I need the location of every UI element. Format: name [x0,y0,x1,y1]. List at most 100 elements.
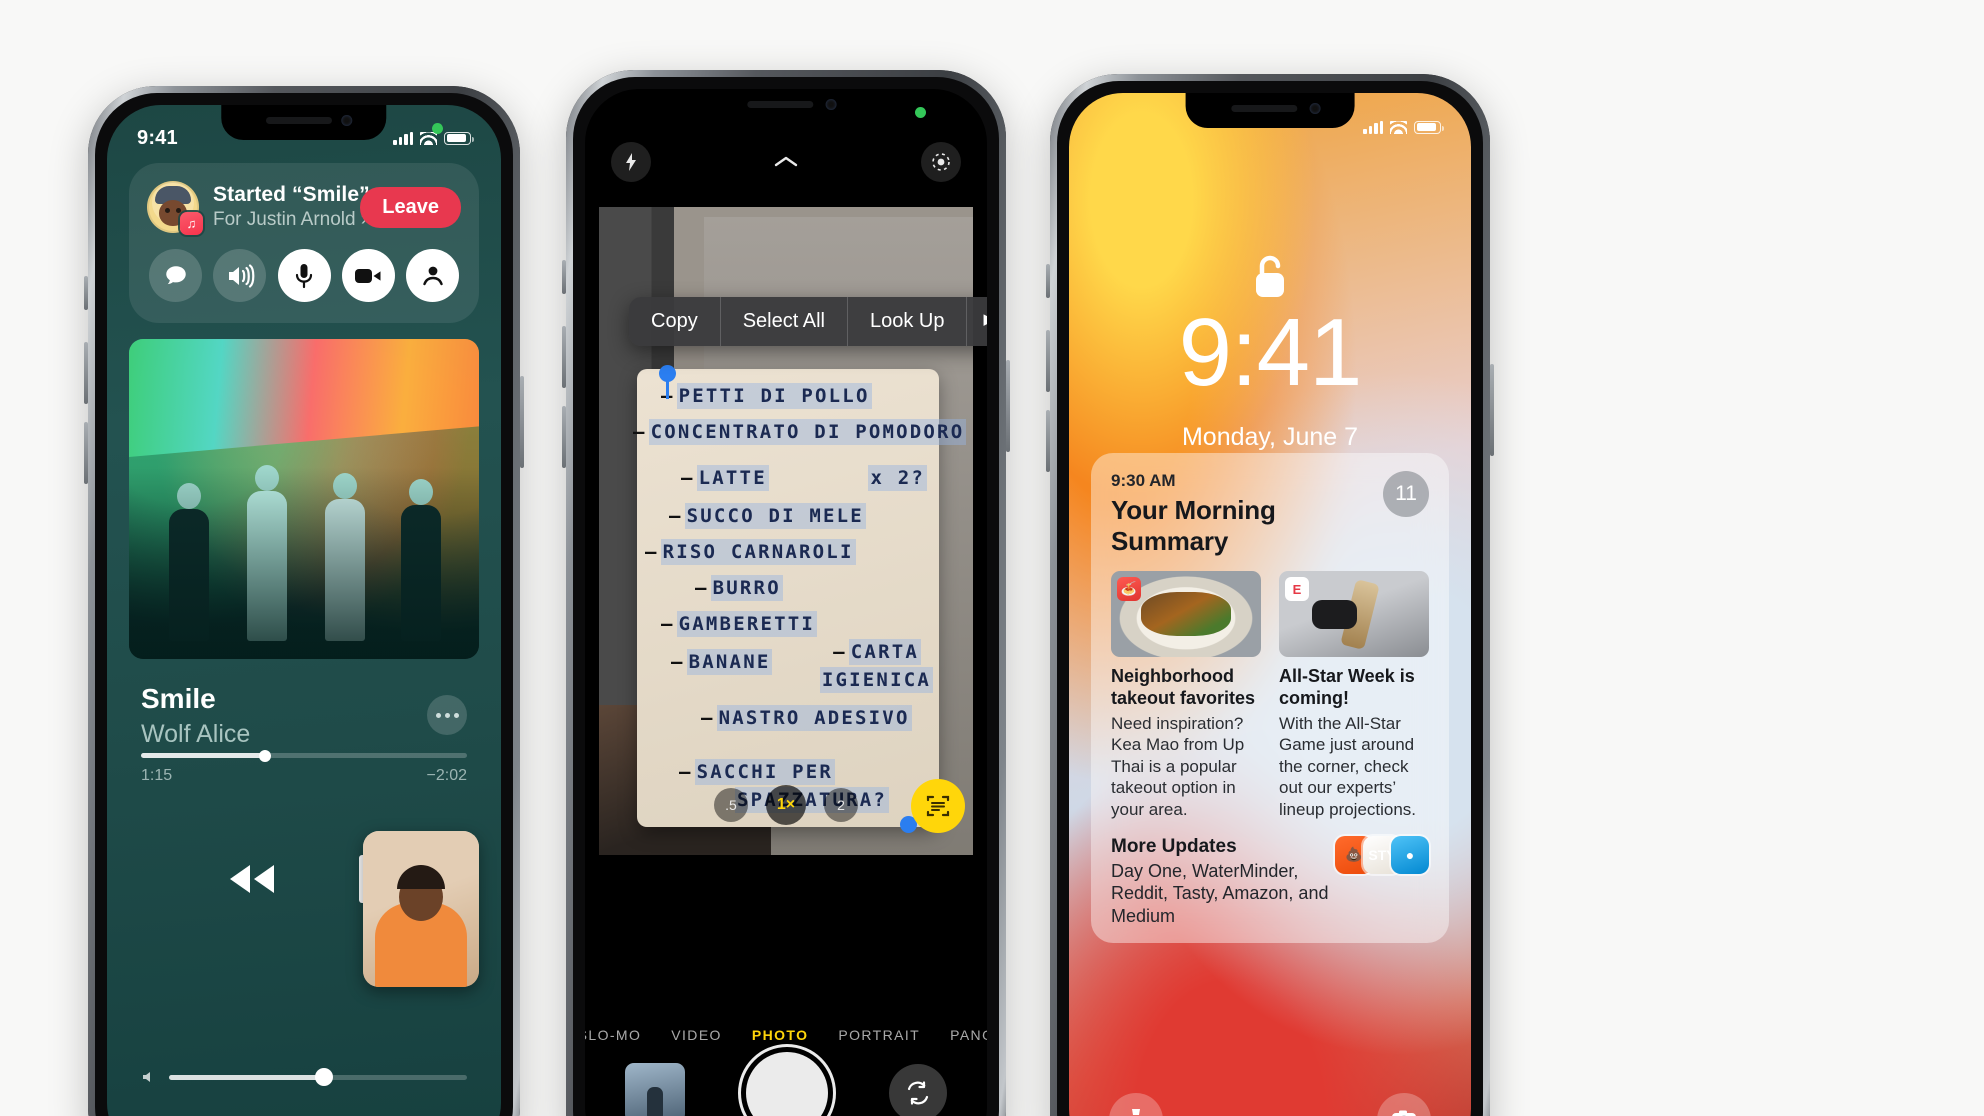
front-camera [341,115,353,126]
participants-icon [422,266,443,285]
shutter-button[interactable] [746,1052,828,1116]
camera-button[interactable] [1377,1093,1431,1116]
microphone-button[interactable] [277,249,331,302]
volume-up-button[interactable] [1046,330,1050,392]
zoom-option[interactable]: 2 [824,788,858,822]
playback-scrubber[interactable]: 1:15 −2:02 [141,749,467,785]
phone-bezel: 9:41 Monday, June 7 9:30 AM Your Morning… [1057,81,1483,1116]
mute-switch[interactable] [562,260,566,294]
note-line[interactable]: – BURRO [695,577,781,599]
cellular-signal-icon [393,131,413,145]
phone1-screen: 9:41 ♫ Started “Smile” For Justin Arnold… [107,105,501,1116]
note-text: BANANE [688,651,771,673]
volume-slider[interactable] [141,1068,467,1086]
summary-cards: 🍝 Neighborhood takeout favorites Need in… [1111,571,1429,820]
summary-title: Your Morning Summary [1111,495,1276,556]
note-line[interactable]: – RISO CARNAROLI [645,541,854,563]
card-body: Need inspiration? Kea Mao from Up Thai i… [1111,713,1245,819]
menu-more-arrow-icon[interactable]: ▶ [967,297,987,346]
menu-item-select-all[interactable]: Select All [721,297,847,346]
note-line[interactable]: – LATTE [681,467,767,489]
phone3-screen: 9:41 Monday, June 7 9:30 AM Your Morning… [1069,93,1471,1116]
menu-item-look-up[interactable]: Look Up [848,297,967,346]
notification-card[interactable]: 🍝 Neighborhood takeout favorites Need in… [1111,571,1261,820]
volume-up-button[interactable] [84,342,88,404]
note-text: SUCCO DI MELE [686,505,864,527]
card-thumbnail: E [1279,571,1429,657]
scrubber-handle[interactable] [258,749,271,762]
speaker-button[interactable] [213,249,267,302]
recording-indicator-dot [432,123,443,134]
note-line[interactable]: IGIENICA [821,669,931,691]
power-button[interactable] [520,376,524,468]
volume-down-button[interactable] [1046,410,1050,472]
live-text-button[interactable] [911,779,965,833]
phone-shareplay-music: 9:41 ♫ Started “Smile” For Justin Arnold… [84,86,524,1116]
phone-lock-screen: 9:41 Monday, June 7 9:30 AM Your Morning… [1046,74,1494,1116]
flash-button[interactable] [611,142,651,182]
shareplay-subtitle[interactable]: For Justin Arnold › [213,209,367,231]
zoom-option[interactable]: .5 [714,788,748,822]
more-updates-section[interactable]: More Updates Day One, WaterMinder, Reddi… [1111,835,1429,928]
camera-flip-icon [907,1081,929,1105]
note-line[interactable]: – BANANE [671,651,771,673]
volume-up-button[interactable] [562,326,566,388]
live-photo-button[interactable] [921,142,961,182]
album-artwork [129,339,479,659]
recognized-note-card[interactable]: –PETTI DI POLLO –CONCENTRATO DI POMODORO… [633,365,965,833]
mute-switch[interactable] [1046,264,1050,298]
volume-down-button[interactable] [562,406,566,468]
participants-button[interactable] [406,249,459,302]
note-text: BURRO [712,577,781,599]
facetime-pip-video[interactable] [363,831,479,987]
note-line[interactable]: – NASTRO ADESIVO [701,707,910,729]
speaker-wave-icon [228,263,255,288]
message-bubble-icon [165,265,186,284]
note-line[interactable]: –PETTI DI POLLO [661,385,870,407]
tasty-icon: ● [1391,835,1429,874]
volume-handle[interactable] [314,1068,333,1086]
more-updates-apps: Day One, WaterMinder, Reddit, Tasty, Ama… [1111,860,1329,926]
text-context-menu[interactable]: Copy Select All Look Up ▶ [629,297,987,346]
phone2-screen: n don't ng k nyor –PETTI DI POLLO –C [585,89,987,1116]
selection-handle-start[interactable] [659,365,676,382]
avatar-eye-right [176,208,181,213]
ellipsis-icon [453,712,459,718]
flash-icon [626,153,636,171]
bullet-dash: – [679,761,693,783]
flashlight-button[interactable] [1109,1093,1163,1116]
note-line[interactable]: – SUCCO DI MELE [669,505,864,527]
menu-item-copy[interactable]: Copy [629,297,720,346]
earpiece-speaker [265,117,332,124]
volume-track[interactable] [169,1068,467,1086]
note-line[interactable]: – CONCENTRATO DI POMODORO [633,421,965,443]
more-options-button[interactable] [427,695,467,735]
camera-flip-button[interactable] [889,1064,947,1116]
rewind-button[interactable] [221,859,283,904]
messages-button[interactable] [149,249,202,302]
note-text: PETTI DI POLLO [678,385,870,407]
photo-library-thumbnail[interactable] [625,1063,685,1116]
status-indicators [393,131,474,145]
note-line[interactable]: – SACCHI PER [679,761,834,783]
leave-button[interactable]: Leave [360,186,461,228]
song-title: Smile [141,683,216,714]
phone-bezel: n don't ng k nyor –PETTI DI POLLO –C [573,77,999,1116]
mute-switch[interactable] [84,276,88,310]
scrubber-track[interactable] [141,749,467,762]
music-app-badge-icon: ♫ [180,212,203,235]
food-photo [1141,591,1231,637]
power-button[interactable] [1006,360,1010,452]
note-line-annotation[interactable]: x 2? [870,467,925,489]
notification-card[interactable]: E All-Star Week is coming! With the All-… [1279,571,1429,820]
note-line[interactable]: – GAMBERETTI [661,613,816,635]
front-camera [825,99,837,110]
camera-options-chevron[interactable] [771,147,801,177]
zoom-option-selected[interactable]: 1× [766,785,806,825]
video-button[interactable] [341,249,395,302]
note-text: GAMBERETTI [678,613,816,635]
power-button[interactable] [1490,364,1494,456]
note-line[interactable]: – CARTA [833,641,919,663]
volume-down-button[interactable] [84,422,88,484]
notification-summary-widget[interactable]: 9:30 AM Your Morning Summary 11 🍝 Neighb… [1091,453,1449,944]
